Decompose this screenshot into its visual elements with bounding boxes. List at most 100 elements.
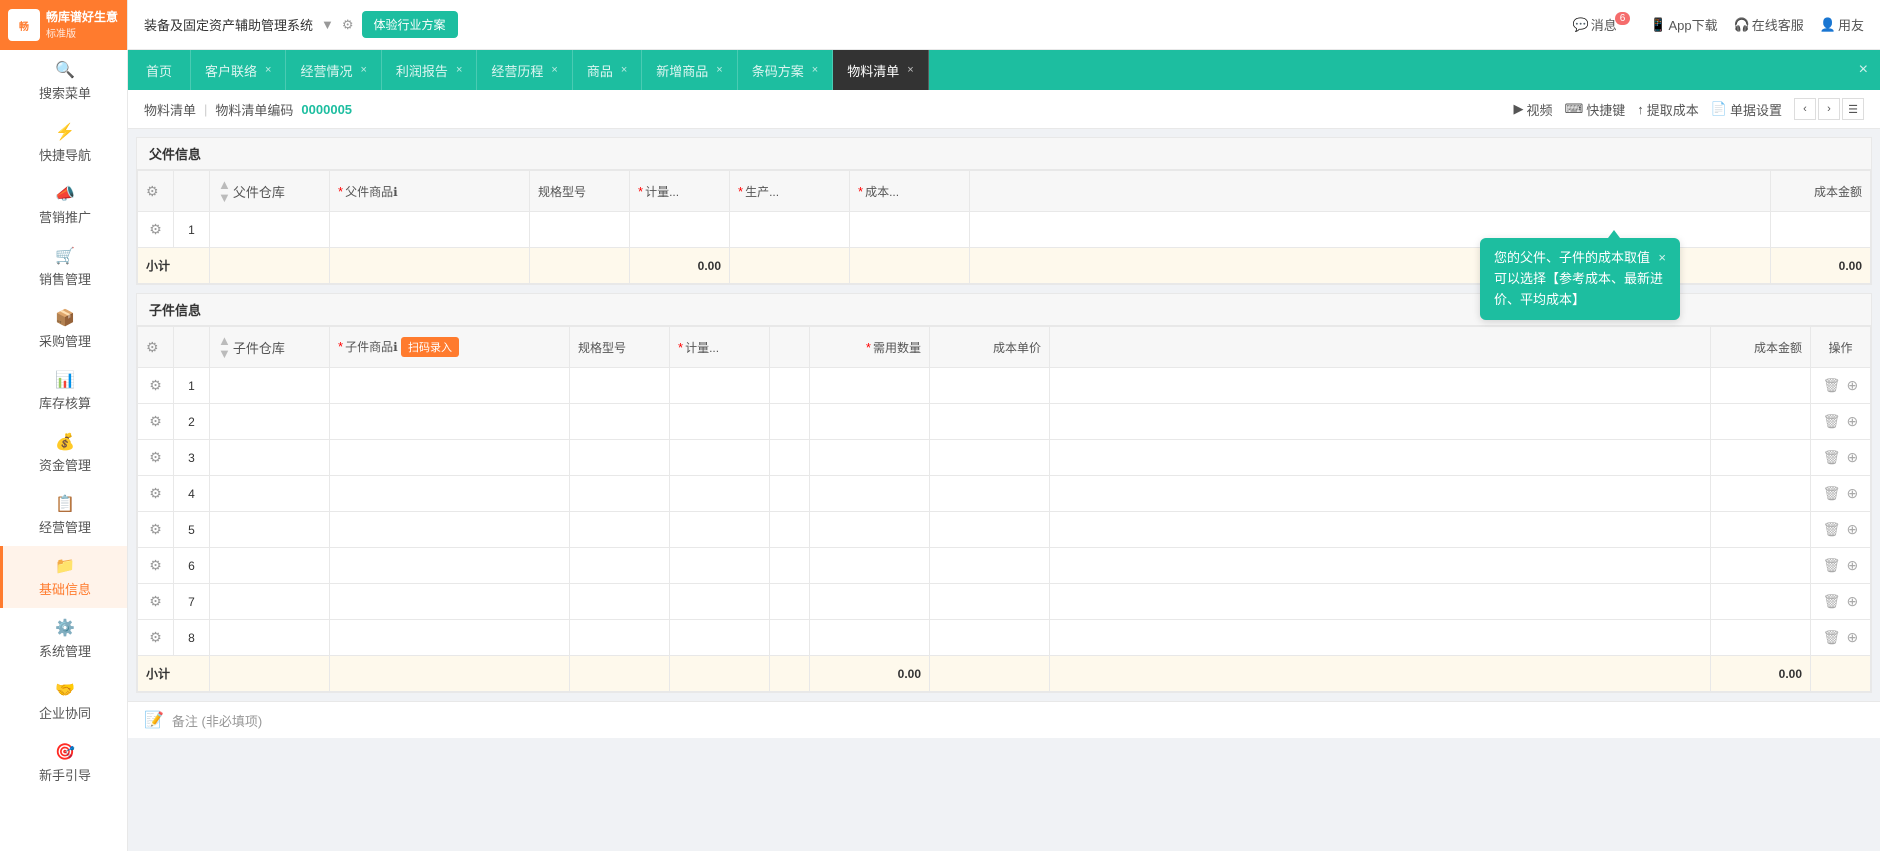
child-row8-settings[interactable]: ⚙	[138, 620, 174, 656]
parent-row1-settings[interactable]: ⚙	[138, 212, 174, 248]
child-row3-copy-icon[interactable]: ⊕	[1847, 449, 1859, 466]
tab-products-close[interactable]: ×	[621, 64, 627, 76]
user-menu[interactable]: 👤 用友	[1820, 15, 1864, 34]
child-row7-qty[interactable]	[810, 584, 930, 620]
child-row7-warehouse[interactable]	[210, 584, 330, 620]
child-row1-cost-price[interactable]	[930, 368, 1050, 404]
child-row5-settings[interactable]: ⚙	[138, 512, 174, 548]
child-row2-qty[interactable]	[810, 404, 930, 440]
child-row7-unit[interactable]	[670, 584, 770, 620]
child-row2-spec[interactable]	[570, 404, 670, 440]
child-row4-unit[interactable]	[670, 476, 770, 512]
child-row4-copy-icon[interactable]: ⊕	[1847, 485, 1859, 502]
child-row3-settings[interactable]: ⚙	[138, 440, 174, 476]
child-row8-warehouse[interactable]	[210, 620, 330, 656]
child-row6-qty[interactable]	[810, 548, 930, 584]
tooltip-close-button[interactable]: ×	[1658, 248, 1666, 269]
tab-bom[interactable]: 物料清单 ×	[833, 50, 928, 90]
child-row5-unit[interactable]	[670, 512, 770, 548]
child-row8-spec[interactable]	[570, 620, 670, 656]
sidebar-item-quicknav[interactable]: ⚡ 快捷导航	[0, 112, 127, 174]
child-row6-cost-price[interactable]	[930, 548, 1050, 584]
child-row2-unit[interactable]	[670, 404, 770, 440]
sidebar-item-inventory[interactable]: 📊 库存核算	[0, 360, 127, 422]
child-row6-warehouse[interactable]	[210, 548, 330, 584]
child-row6-settings[interactable]: ⚙	[138, 548, 174, 584]
child-row6-delete-icon[interactable]: 🗑	[1823, 557, 1841, 574]
tab-history-close[interactable]: ×	[551, 64, 557, 76]
sidebar-item-system[interactable]: ⚙️ 系统管理	[0, 608, 127, 670]
child-row8-cost-price[interactable]	[930, 620, 1050, 656]
child-row8-product[interactable]	[330, 620, 570, 656]
child-settings-gear-icon[interactable]: ⚙	[146, 339, 159, 355]
child-row8-amount[interactable]	[1711, 620, 1811, 656]
app-download-link[interactable]: 📱 App下载	[1650, 15, 1717, 34]
sidebar-item-basic[interactable]: 📁 基础信息	[0, 546, 127, 608]
sidebar-item-marketing[interactable]: 📣 营销推广	[0, 174, 127, 236]
child-row1-delete-icon[interactable]: 🗑	[1823, 377, 1841, 394]
sidebar-item-search[interactable]: 🔍 搜索菜单	[0, 50, 127, 112]
tab-customer[interactable]: 客户联络 ×	[191, 50, 286, 90]
child-row3-cost-price[interactable]	[930, 440, 1050, 476]
child-row5-qty[interactable]	[810, 512, 930, 548]
child-row2-settings[interactable]: ⚙	[138, 404, 174, 440]
child-row7-delete-icon[interactable]: 🗑	[1823, 593, 1841, 610]
scan-input-button[interactable]: 扫码录入	[401, 337, 459, 357]
child-row2-copy-icon[interactable]: ⊕	[1847, 413, 1859, 430]
child-row8-delete-icon[interactable]: 🗑	[1823, 629, 1841, 646]
menu-icon[interactable]: ☰	[1842, 98, 1864, 120]
child-row2-cost-price[interactable]	[930, 404, 1050, 440]
child-th-settings[interactable]: ⚙	[138, 327, 174, 368]
child-row7-amount[interactable]	[1711, 584, 1811, 620]
child-row5-amount[interactable]	[1711, 512, 1811, 548]
child-row4-product[interactable]	[330, 476, 570, 512]
child-row7-copy-icon[interactable]: ⊕	[1847, 593, 1859, 610]
sidebar-item-enterprise[interactable]: 🤝 企业协同	[0, 670, 127, 732]
tab-home[interactable]: 首页	[128, 50, 191, 90]
child-row4-spec[interactable]	[570, 476, 670, 512]
child-row4-settings[interactable]: ⚙	[138, 476, 174, 512]
prev-arrow[interactable]: ‹	[1794, 98, 1816, 120]
child-row1-unit[interactable]	[670, 368, 770, 404]
parent-row1-cost[interactable]	[850, 212, 970, 248]
sidebar-item-sales[interactable]: 🛒 销售管理	[0, 236, 127, 298]
single-settings-action[interactable]: 📄 单据设置	[1711, 100, 1782, 119]
tab-bom-close[interactable]: ×	[907, 64, 913, 76]
child-row7-product[interactable]	[330, 584, 570, 620]
child-row2-product[interactable]	[330, 404, 570, 440]
child-row8-unit[interactable]	[670, 620, 770, 656]
child-row5-warehouse[interactable]	[210, 512, 330, 548]
extract-cost-action[interactable]: ↑ 提取成本	[1637, 100, 1699, 119]
child-row1-amount[interactable]	[1711, 368, 1811, 404]
online-service-link[interactable]: 🎧 在线客服	[1734, 15, 1804, 34]
parent-th-settings[interactable]: ⚙	[138, 171, 174, 212]
tab-close-all[interactable]: ×	[1847, 61, 1880, 79]
child-row3-amount[interactable]	[1711, 440, 1811, 476]
child-row1-copy-icon[interactable]: ⊕	[1847, 377, 1859, 394]
child-row1-settings[interactable]: ⚙	[138, 368, 174, 404]
child-row5-product[interactable]	[330, 512, 570, 548]
child-row5-spec[interactable]	[570, 512, 670, 548]
message-link[interactable]: 💬 消息 6	[1573, 15, 1635, 34]
settings-icon[interactable]: ⚙	[342, 17, 354, 33]
sidebar-item-finance[interactable]: 💰 资金管理	[0, 422, 127, 484]
child-row1-qty[interactable]	[810, 368, 930, 404]
tab-operations-close[interactable]: ×	[360, 64, 366, 76]
next-arrow[interactable]: ›	[1818, 98, 1840, 120]
child-row7-spec[interactable]	[570, 584, 670, 620]
tab-customer-close[interactable]: ×	[265, 64, 271, 76]
trial-button[interactable]: 体验行业方案	[362, 11, 458, 38]
child-row3-qty[interactable]	[810, 440, 930, 476]
parent-row1-product[interactable]	[330, 212, 530, 248]
parent-row1-unit[interactable]	[630, 212, 730, 248]
child-row6-amount[interactable]	[1711, 548, 1811, 584]
child-row6-spec[interactable]	[570, 548, 670, 584]
child-row1-spec[interactable]	[570, 368, 670, 404]
child-row1-product[interactable]	[330, 368, 570, 404]
child-row3-unit[interactable]	[670, 440, 770, 476]
child-row8-copy-icon[interactable]: ⊕	[1847, 629, 1859, 646]
child-row3-product[interactable]	[330, 440, 570, 476]
tab-new-product-close[interactable]: ×	[716, 64, 722, 76]
tab-barcode[interactable]: 条码方案 ×	[738, 50, 833, 90]
child-row6-product[interactable]	[330, 548, 570, 584]
